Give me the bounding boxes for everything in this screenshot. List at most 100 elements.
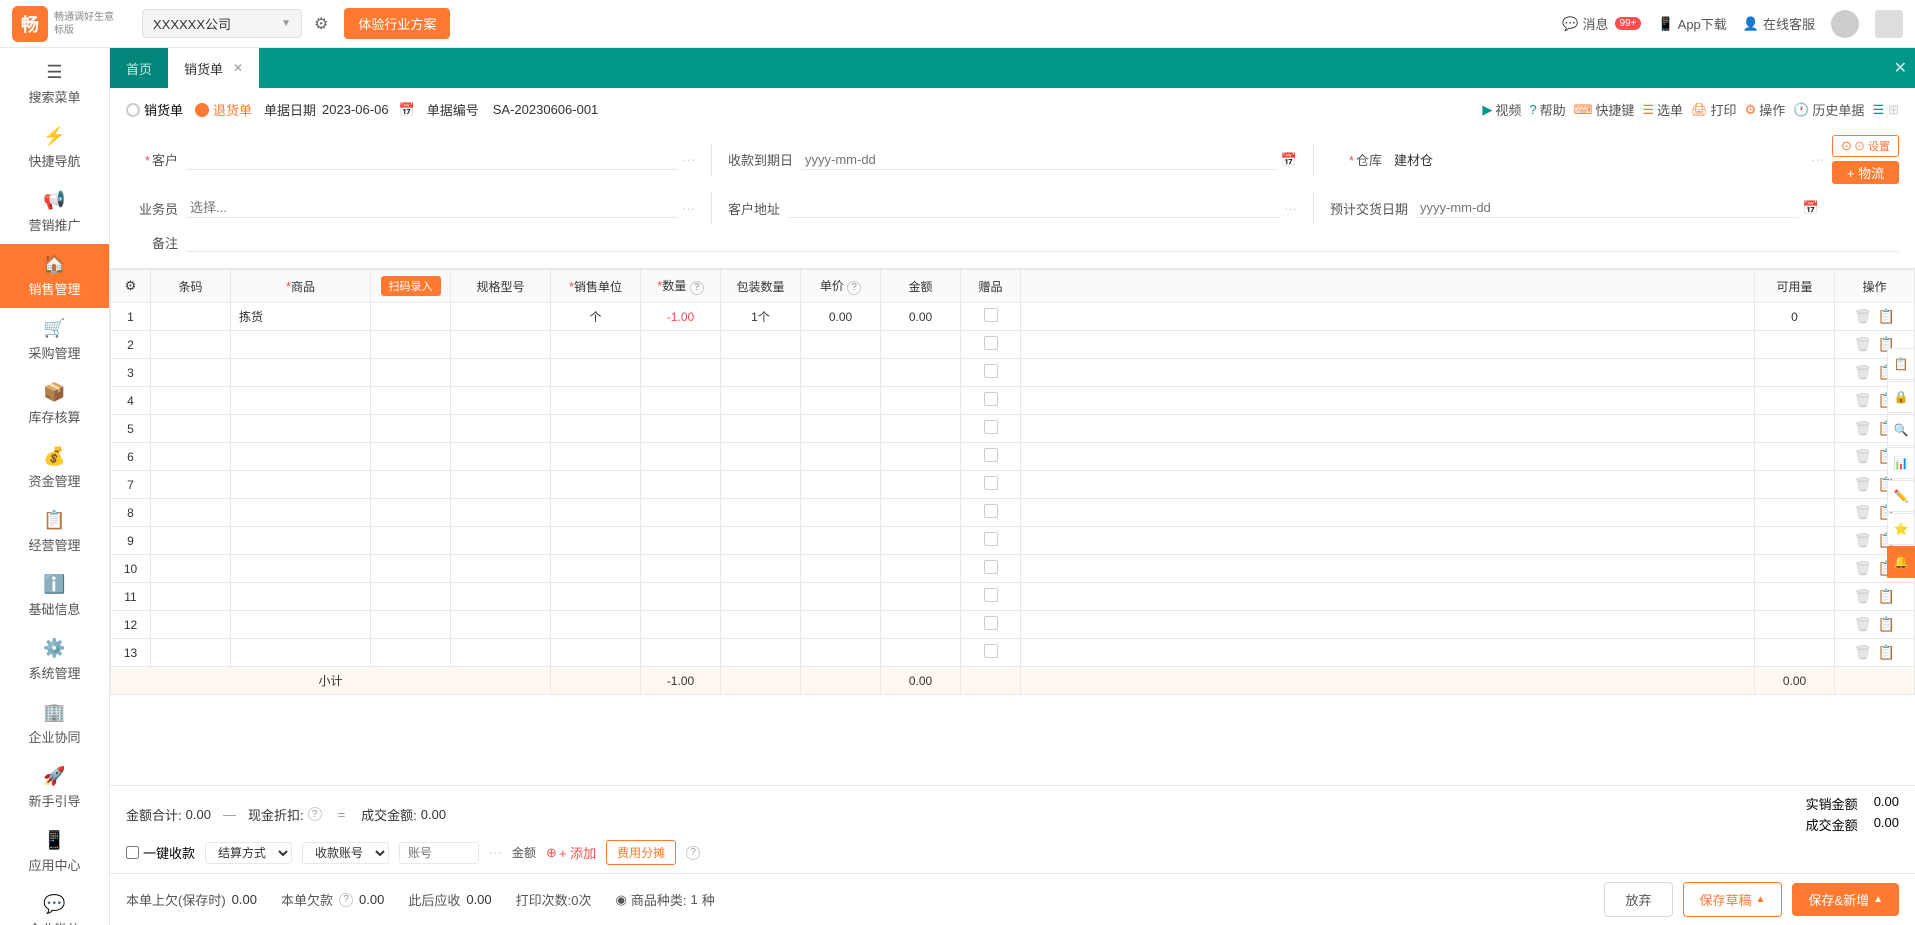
cell-qty-12[interactable] [641, 639, 721, 667]
cell-unit-10[interactable] [551, 583, 641, 611]
video-btn[interactable]: ▶ 视频 [1482, 100, 1521, 119]
cell-barcode-0[interactable] [151, 303, 231, 331]
gift-checkbox-10[interactable] [984, 588, 998, 602]
cell-goods-6[interactable] [231, 471, 371, 499]
price-help-icon[interactable]: ? [847, 281, 861, 295]
operate-btn[interactable]: ⚙ 操作 [1745, 100, 1786, 119]
tab-close-icon[interactable]: ✕ [233, 61, 243, 75]
tab-sales-order[interactable]: 销货单 ✕ [168, 48, 259, 88]
cell-amount-10[interactable] [881, 583, 961, 611]
messages-button[interactable]: 💬 消息 99+ [1562, 14, 1641, 33]
settings-icon[interactable]: ⚙ [310, 10, 332, 38]
gift-checkbox-4[interactable] [984, 420, 998, 434]
radio-sale[interactable]: 销货单 [126, 100, 183, 119]
cell-amount-0[interactable]: 0.00 [881, 303, 961, 331]
gift-checkbox-7[interactable] [984, 504, 998, 518]
cell-spec-1[interactable] [451, 331, 551, 359]
cell-price-12[interactable] [801, 639, 881, 667]
salesperson-input[interactable] [186, 198, 678, 218]
cell-goods-5[interactable] [231, 443, 371, 471]
cell-barcode-12[interactable] [151, 639, 231, 667]
shortcut-btn[interactable]: ⌨ 快捷键 [1574, 100, 1635, 119]
delete-icon-7[interactable]: 🗑 [1854, 504, 1872, 521]
cell-amount-4[interactable] [881, 415, 961, 443]
cell-qty-0[interactable]: -1.00 [641, 303, 721, 331]
sidebar-item-purchase-mgmt[interactable]: 🛒 采购管理 [0, 308, 109, 372]
cell-qty-3[interactable] [641, 387, 721, 415]
cell-gift-9[interactable] [961, 555, 1021, 583]
cell-barcode-2[interactable] [151, 359, 231, 387]
cell-pkgqty-6[interactable] [721, 471, 801, 499]
cell-amount-3[interactable] [881, 387, 961, 415]
sidebar-item-ops[interactable]: 📋 经营管理 [0, 500, 109, 564]
trial-button[interactable]: 体验行业方案 [344, 8, 450, 39]
cell-gift-11[interactable] [961, 611, 1021, 639]
gift-checkbox-8[interactable] [984, 532, 998, 546]
cell-price-0[interactable]: 0.00 [801, 303, 881, 331]
cell-spec-5[interactable] [451, 443, 551, 471]
delete-icon-2[interactable]: 🗑 [1854, 364, 1872, 381]
cell-goods-4[interactable] [231, 415, 371, 443]
cell-unit-2[interactable] [551, 359, 641, 387]
cell-qty-6[interactable] [641, 471, 721, 499]
cell-goods-3[interactable] [231, 387, 371, 415]
cell-spec-3[interactable] [451, 387, 551, 415]
cell-amount-6[interactable] [881, 471, 961, 499]
cell-qty-11[interactable] [641, 611, 721, 639]
online-service-button[interactable]: 👤 在线客服 [1743, 14, 1815, 33]
th-settings[interactable]: ⚙ [111, 270, 151, 303]
cell-spec-2[interactable] [451, 359, 551, 387]
amount-input[interactable] [399, 842, 479, 864]
goods-type[interactable]: ◉ 商品种类: 1 种 [615, 890, 714, 909]
cell-unit-0[interactable]: 个 [551, 303, 641, 331]
cell-gift-10[interactable] [961, 583, 1021, 611]
sidebar-item-guide[interactable]: 🚀 新手引导 [0, 756, 109, 820]
gift-checkbox-3[interactable] [984, 392, 998, 406]
cell-barcode-3[interactable] [151, 387, 231, 415]
cell-spec-8[interactable] [451, 527, 551, 555]
sidebar-item-marketing[interactable]: 📢 营销推广 [0, 180, 109, 244]
cell-unit-11[interactable] [551, 611, 641, 639]
rf-btn-2[interactable]: 🔒 [1887, 381, 1915, 413]
expected-date-input[interactable] [1416, 198, 1799, 218]
print-btn[interactable]: 🖨 打印 [1691, 100, 1737, 119]
cell-price-9[interactable] [801, 555, 881, 583]
cell-qty-1[interactable] [641, 331, 721, 359]
delete-icon-12[interactable]: 🗑 [1854, 644, 1872, 661]
cell-gift-6[interactable] [961, 471, 1021, 499]
cell-pkgqty-5[interactable] [721, 443, 801, 471]
cell-barcode-5[interactable] [151, 443, 231, 471]
rf-btn-4[interactable]: 📊 [1887, 447, 1915, 479]
cost-split-help-icon[interactable]: ? [686, 846, 700, 860]
gift-checkbox-6[interactable] [984, 476, 998, 490]
user-menu-icon[interactable] [1875, 10, 1903, 38]
gift-checkbox-5[interactable] [984, 448, 998, 462]
cell-goods-9[interactable] [231, 555, 371, 583]
cell-goods-2[interactable] [231, 359, 371, 387]
rf-btn-7[interactable]: 🔔 [1887, 546, 1915, 578]
calendar-icon[interactable]: 📅 [399, 102, 415, 118]
cell-unit-1[interactable] [551, 331, 641, 359]
gift-checkbox-0[interactable] [984, 308, 998, 322]
rf-btn-5[interactable]: ✏️ [1887, 480, 1915, 512]
cell-pkgqty-0[interactable]: 1个 [721, 303, 801, 331]
cell-unit-9[interactable] [551, 555, 641, 583]
cell-pkgqty-11[interactable] [721, 611, 801, 639]
cell-barcode-8[interactable] [151, 527, 231, 555]
customer-addr-dots-icon[interactable]: ··· [1284, 201, 1297, 216]
app-download-button[interactable]: 📱 App下载 [1657, 14, 1726, 33]
quick-pay-check[interactable] [126, 846, 139, 859]
cell-price-7[interactable] [801, 499, 881, 527]
qty-help-icon[interactable]: ? [690, 281, 704, 295]
sidebar-item-sys-mgmt[interactable]: ⚙️ 系统管理 [0, 628, 109, 692]
cell-pkgqty-12[interactable] [721, 639, 801, 667]
cell-barcode-1[interactable] [151, 331, 231, 359]
cell-barcode-9[interactable] [151, 555, 231, 583]
cell-spec-0[interactable] [451, 303, 551, 331]
account-select[interactable]: 收款账号 [302, 842, 389, 864]
sidebar-item-stock[interactable]: 📦 库存核算 [0, 372, 109, 436]
delete-icon-11[interactable]: 🗑 [1854, 616, 1872, 633]
cell-price-8[interactable] [801, 527, 881, 555]
cell-gift-0[interactable] [961, 303, 1021, 331]
cell-price-6[interactable] [801, 471, 881, 499]
